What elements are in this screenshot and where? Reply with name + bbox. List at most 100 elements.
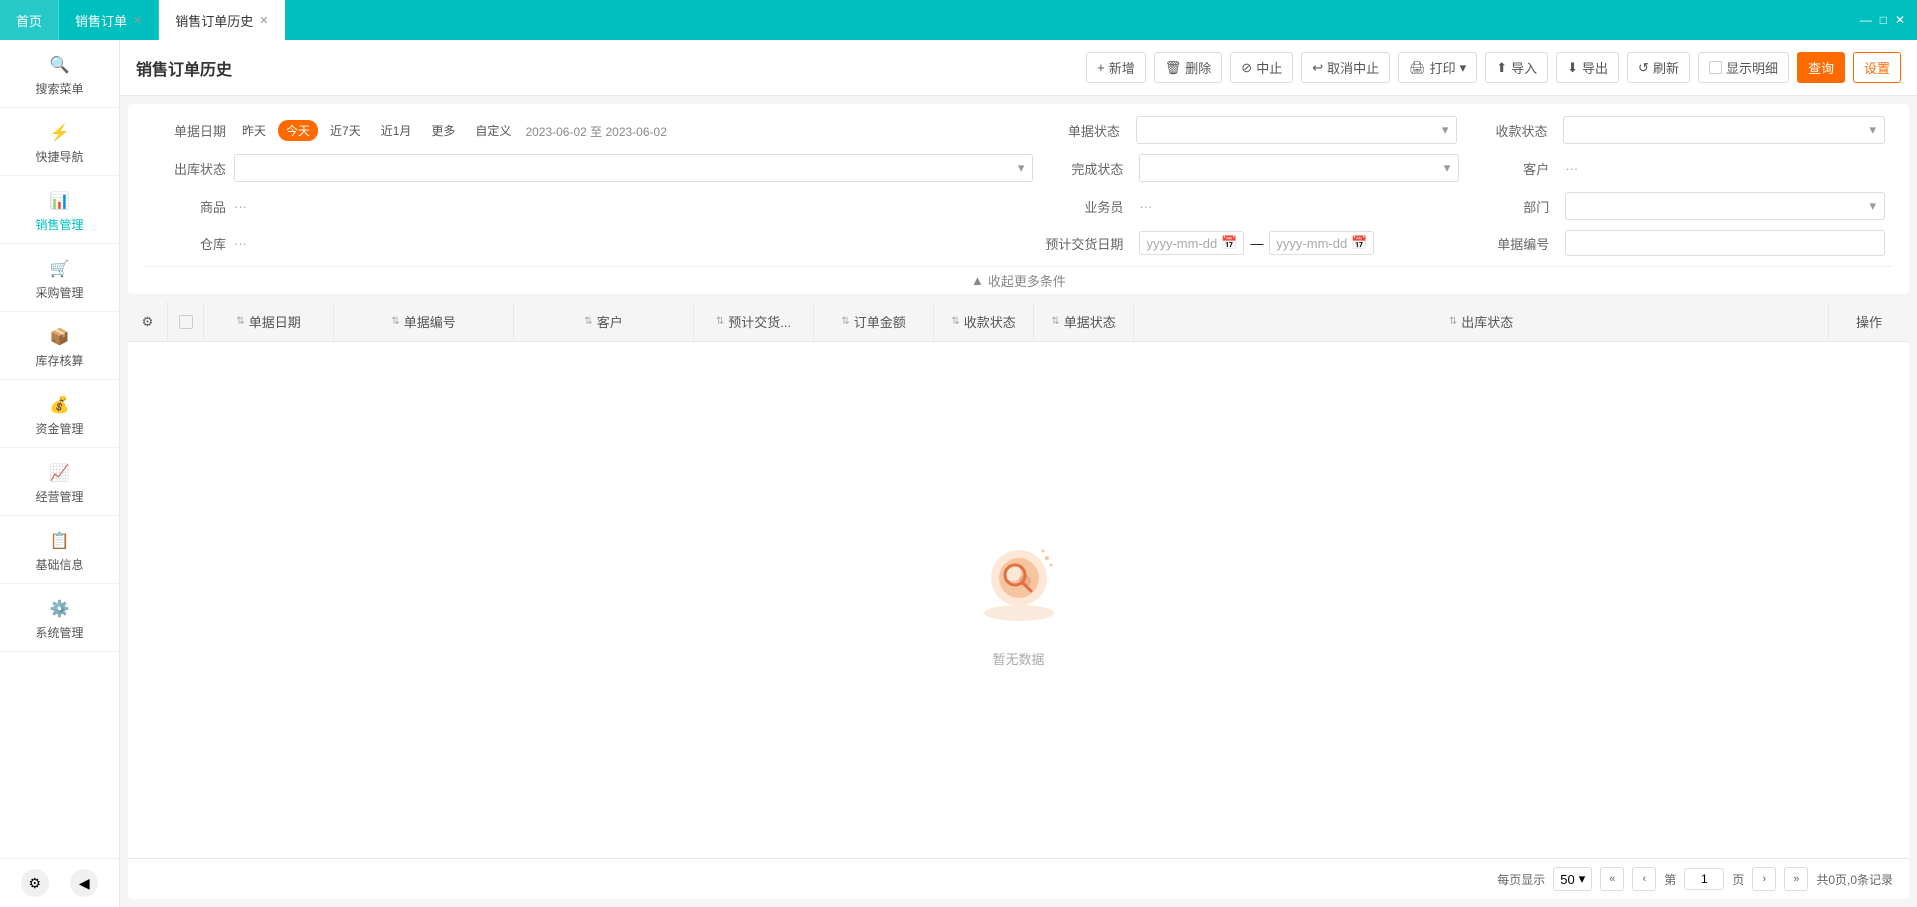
per-page-arrow: ▾ — [1579, 871, 1586, 887]
complete-status-select[interactable]: ▾ — [1139, 154, 1459, 182]
th-date-sort-icon: ⇅ — [236, 316, 244, 327]
setting-label: 设置 — [1864, 58, 1890, 77]
sales-ellipsis[interactable]: ··· — [1139, 199, 1152, 214]
calendar-from-icon: 📅 — [1221, 235, 1237, 251]
date-label: 单据日期 — [144, 121, 234, 140]
dept-select[interactable]: ▾ — [1565, 192, 1885, 220]
window-minimize-btn[interactable]: — — [1860, 13, 1872, 27]
th-expected-label: 预计交货... — [728, 312, 791, 331]
sidebar-settings-btn[interactable]: ⚙ — [21, 869, 49, 897]
stop-button[interactable]: ⊘ 中止 — [1230, 52, 1293, 83]
th-customer-label: 客户 — [597, 312, 623, 331]
date-range-text: 2023-06-02 至 2023-06-02 — [525, 123, 666, 140]
current-page-input[interactable] — [1684, 868, 1724, 890]
sidebar-collapse-btn[interactable]: ◀ — [70, 869, 98, 897]
sidebar-item-operation[interactable]: 📈 经营管理 — [0, 448, 119, 516]
th-payment[interactable]: ⇅ 收款状态 — [934, 302, 1034, 341]
empty-text: 暂无数据 — [992, 649, 1044, 668]
goods-ellipsis[interactable]: ··· — [234, 199, 247, 214]
sidebar-item-purchase[interactable]: 🛒 采购管理 — [0, 244, 119, 312]
first-page-btn[interactable]: « — [1600, 867, 1624, 891]
sidebar-item-nav[interactable]: ⚡ 快捷导航 — [0, 108, 119, 176]
th-out-status[interactable]: ⇅ 出库状态 — [1134, 302, 1829, 341]
th-doc-status[interactable]: ⇅ 单据状态 — [1034, 302, 1134, 341]
date-custom[interactable]: 自定义 — [467, 120, 519, 141]
add-button[interactable]: + 新增 — [1086, 52, 1146, 83]
search-icon: 🔍 — [49, 54, 71, 76]
doc-num-input[interactable] — [1565, 230, 1885, 256]
sidebar-item-sales[interactable]: 📊 销售管理 — [0, 176, 119, 244]
tab-sales-order[interactable]: 销售订单 ✕ — [59, 0, 159, 40]
collapse-bar[interactable]: ▲ 收起更多条件 — [144, 266, 1893, 294]
expected-date-filter: yyyy-mm-dd 📅 — yyyy-mm-dd 📅 — [1131, 231, 1467, 255]
date-dash: — — [1250, 236, 1263, 251]
cancel-stop-button[interactable]: ↩ 取消中止 — [1301, 52, 1390, 83]
th-settings[interactable]: ⚙ — [128, 302, 168, 341]
window-maximize-btn[interactable]: □ — [1880, 13, 1887, 27]
date-yesterday[interactable]: 昨天 — [234, 120, 274, 141]
tab-sales-order-history[interactable]: 销售订单历史 ✕ — [159, 0, 285, 40]
query-button[interactable]: 查询 — [1797, 52, 1845, 83]
date-filter-value: 昨天 今天 近7天 近1月 更多 自定义 2023-06-02 至 2023-0… — [234, 120, 1038, 141]
th-expected[interactable]: ⇅ 预计交货... — [694, 302, 814, 341]
tab-sales-order-close[interactable]: ✕ — [133, 14, 142, 27]
dept-arrow: ▾ — [1869, 198, 1876, 214]
cancel-stop-label: 取消中止 — [1327, 58, 1379, 77]
window-close-btn[interactable]: ✕ — [1895, 13, 1905, 27]
page-title: 销售订单历史 — [136, 56, 1074, 80]
th-amount[interactable]: ⇅ 订单金额 — [814, 302, 934, 341]
tab-sales-order-history-close[interactable]: ✕ — [259, 14, 268, 27]
date-7days[interactable]: 近7天 — [322, 120, 369, 141]
sales-label: 业务员 — [1041, 197, 1131, 216]
nav-icon: ⚡ — [49, 122, 71, 144]
filter-row-3: 商品 ··· 业务员 ··· 部门 ▾ — [144, 192, 1893, 220]
per-page-label: 每页显示 — [1497, 871, 1545, 888]
sidebar-item-system[interactable]: ⚙️ 系统管理 — [0, 584, 119, 652]
main-layout: 🔍 搜索菜单 ⚡ 快捷导航 📊 销售管理 🛒 采购管理 📦 库存核算 💰 资金管… — [0, 40, 1917, 907]
th-doc-num[interactable]: ⇅ 单据编号 — [334, 302, 514, 341]
prev-page-btn[interactable]: ‹ — [1632, 867, 1656, 891]
sidebar-item-finance-label: 资金管理 — [35, 420, 83, 437]
header-checkbox[interactable] — [179, 315, 193, 329]
delete-button[interactable]: 🗑 删除 — [1154, 52, 1223, 83]
import-button[interactable]: ⬆ 导入 — [1485, 52, 1548, 83]
export-label: 导出 — [1582, 58, 1608, 77]
refresh-label: 刷新 — [1653, 58, 1679, 77]
customer-ellipsis[interactable]: ··· — [1565, 161, 1578, 176]
setting-button[interactable]: 设置 — [1853, 52, 1901, 83]
cancel-stop-icon: ↩ — [1312, 60, 1323, 76]
print-button[interactable]: 🖨 打印 ▾ — [1398, 52, 1477, 83]
dept-filter: ▾ — [1557, 192, 1893, 220]
calendar-to-icon: 📅 — [1351, 235, 1367, 251]
last-page-btn[interactable]: » — [1784, 867, 1808, 891]
status-filter: ▾ — [1128, 116, 1466, 144]
out-status-select[interactable]: ▾ — [234, 154, 1033, 182]
refresh-button[interactable]: ↺ 刷新 — [1627, 52, 1690, 83]
import-label: 导入 — [1511, 58, 1537, 77]
expected-date-from[interactable]: yyyy-mm-dd 📅 — [1139, 231, 1244, 255]
goods-filter: ··· — [234, 199, 1041, 214]
sidebar-item-base[interactable]: 📋 基础信息 — [0, 516, 119, 584]
pay-status-select[interactable]: ▾ — [1563, 116, 1885, 144]
expected-date-to[interactable]: yyyy-mm-dd 📅 — [1269, 231, 1374, 255]
sidebar-item-sales-label: 销售管理 — [35, 216, 83, 233]
customer-label: 客户 — [1467, 159, 1557, 178]
tab-home[interactable]: 首页 — [0, 0, 59, 40]
sidebar-item-inventory[interactable]: 📦 库存核算 — [0, 312, 119, 380]
date-today[interactable]: 今天 — [278, 120, 318, 141]
show-detail-button[interactable]: 显示明细 — [1698, 52, 1789, 83]
sidebar-item-finance[interactable]: 💰 资金管理 — [0, 380, 119, 448]
per-page-select[interactable]: 50 ▾ — [1553, 867, 1592, 891]
date-1month[interactable]: 近1月 — [373, 120, 420, 141]
th-customer[interactable]: ⇅ 客户 — [514, 302, 694, 341]
th-date[interactable]: ⇅ 单据日期 — [204, 302, 334, 341]
sidebar-item-search[interactable]: 🔍 搜索菜单 — [0, 40, 119, 108]
export-button[interactable]: ⬇ 导出 — [1556, 52, 1619, 83]
date-more[interactable]: 更多 — [423, 120, 463, 141]
show-detail-checkbox — [1709, 61, 1722, 74]
warehouse-ellipsis[interactable]: ··· — [234, 236, 247, 251]
delete-label: 删除 — [1185, 58, 1211, 77]
th-checkbox[interactable] — [168, 302, 204, 341]
status-select[interactable]: ▾ — [1136, 116, 1458, 144]
next-page-btn[interactable]: › — [1752, 867, 1776, 891]
